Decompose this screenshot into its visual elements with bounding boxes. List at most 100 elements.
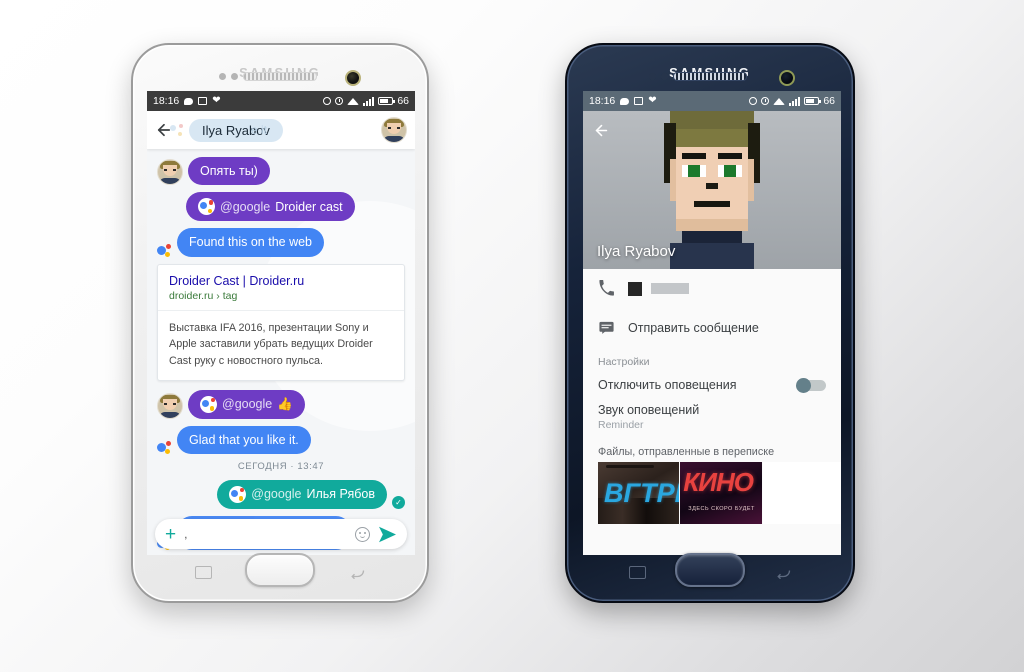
- message-text: 👍: [277, 397, 293, 412]
- profile-name: Ilya Ryabov: [597, 243, 676, 260]
- alarm-icon: [761, 97, 770, 105]
- back-key[interactable]: [350, 568, 365, 579]
- files-section-header: Файлы, отправленные в переписке: [598, 446, 775, 458]
- recents-key[interactable]: [629, 566, 646, 579]
- light-sensor: [231, 73, 238, 80]
- message-bubble[interactable]: @google Droider cast: [186, 192, 355, 222]
- back-key[interactable]: [776, 568, 791, 579]
- shared-files-list[interactable]: ВГТРК КИНО ЗДЕСЬ СКОРО БУДЕТ: [583, 462, 841, 524]
- chat-message-list[interactable]: Опять ты) @google Droider cast Found thi…: [147, 149, 415, 555]
- web-result-card[interactable]: Droider Cast | Droider.ru droider.ru › t…: [157, 263, 405, 381]
- battery-icon: [804, 97, 822, 105]
- file-thumbnail[interactable]: КИНО ЗДЕСЬ СКОРО БУДЕТ: [680, 462, 762, 524]
- file-thumbnail-empty: [762, 462, 841, 524]
- message-icon: [598, 319, 615, 336]
- message-bubble[interactable]: Found this on the web: [177, 228, 324, 257]
- mute-toggle[interactable]: [796, 377, 826, 393]
- mention-text: @google: [222, 397, 273, 412]
- proximity-sensor: [219, 73, 226, 80]
- message-text: Опять ты): [200, 164, 258, 178]
- mute-label: Отключить оповещения: [598, 378, 737, 392]
- message-composer[interactable]: + ,: [155, 519, 407, 549]
- emoji-icon[interactable]: [355, 526, 370, 542]
- message-bubble[interactable]: Glad that you like it.: [177, 425, 311, 454]
- status-bar: 18:16 ❤ 66: [147, 91, 415, 111]
- message-input[interactable]: ,: [184, 527, 347, 541]
- recents-key[interactable]: [195, 566, 212, 579]
- status-bar-right: 66: [323, 95, 409, 107]
- mention-text: @google: [220, 199, 271, 214]
- sound-value: Reminder: [598, 419, 644, 431]
- sound-label: Звук оповещений: [598, 403, 700, 417]
- phone-icon: [598, 280, 615, 297]
- wallpaper: SAMSUNG 18:16 ❤ 66: [0, 0, 1024, 672]
- thumbnail-subcaption: ЗДЕСЬ СКОРО БУДЕТ: [688, 506, 755, 512]
- message-row: @google Илья Рябов ✓: [157, 479, 405, 509]
- ring-icon: [323, 97, 332, 105]
- web-card-header: Droider Cast | Droider.ru droider.ru › t…: [158, 265, 404, 310]
- web-card-url: droider.ru › tag: [169, 289, 238, 302]
- signal-icon: [789, 96, 801, 106]
- image-icon: [198, 97, 208, 105]
- contact-name-pill[interactable]: Ilya Ryabov e it: [189, 118, 283, 142]
- heart-icon: ❤: [212, 95, 221, 106]
- message-text: Droider cast: [275, 199, 343, 214]
- file-thumbnail[interactable]: ВГТРК: [598, 462, 680, 524]
- mute-row[interactable]: Отключить оповещения: [583, 371, 841, 401]
- message-row: Found this on the web: [157, 228, 405, 257]
- battery-percent: 66: [823, 95, 835, 107]
- phone-number-redacted: [628, 281, 689, 296]
- web-card-title[interactable]: Droider Cast | Droider.ru: [169, 274, 393, 288]
- assistant-chip-icon: [200, 395, 217, 413]
- front-camera: [345, 70, 361, 86]
- send-message-row[interactable]: Отправить сообщение: [583, 308, 841, 347]
- day-separator: СЕГОДНЯ · 13:47: [237, 460, 325, 472]
- message-bubble[interactable]: @google Илья Рябов: [217, 479, 387, 509]
- message-icon: [620, 97, 630, 105]
- status-time: 18:16: [153, 95, 180, 107]
- message-text: Илья Рябов: [306, 487, 375, 502]
- dark-phone-screen: 18:16 ❤ 66 Ilya Ryabov Отправить сообщен…: [583, 91, 841, 555]
- white-phone: SAMSUNG 18:16 ❤ 66: [131, 43, 429, 603]
- wifi-icon: [773, 97, 786, 105]
- image-icon: [634, 97, 644, 105]
- message-text: Found this on the web: [189, 235, 312, 250]
- plus-icon[interactable]: +: [165, 525, 176, 544]
- sound-row[interactable]: Звук оповещений Reminder: [583, 401, 841, 440]
- assistant-chip-icon: [229, 485, 247, 503]
- send-message-label: Отправить сообщение: [628, 320, 759, 335]
- message-bubble[interactable]: @google 👍: [188, 389, 305, 419]
- signal-icon: [363, 96, 375, 106]
- avatar: [157, 159, 183, 186]
- proximity-sensor: [649, 73, 656, 80]
- message-row: @google 👍: [157, 389, 405, 419]
- battery-percent: 66: [397, 95, 409, 107]
- message-text: Glad that you like it.: [189, 432, 299, 447]
- back-arrow-icon[interactable]: [593, 122, 610, 139]
- ghost-text: e it: [251, 122, 268, 137]
- home-button[interactable]: [675, 553, 745, 587]
- status-bar-left: 18:16 ❤: [153, 95, 221, 107]
- earpiece-speaker: [243, 72, 317, 81]
- dark-phone: SAMSUNG 18:16 ❤ 66: [565, 43, 855, 603]
- assistant-dots-icon: [157, 243, 172, 257]
- message-bubble[interactable]: Опять ты): [188, 157, 270, 186]
- home-button[interactable]: [245, 553, 315, 587]
- profile-cover: Ilya Ryabov: [583, 111, 841, 269]
- mention-text: @google: [251, 487, 302, 502]
- message-row: @google Droider cast: [157, 192, 405, 222]
- thumbnail-caption: КИНО: [683, 467, 754, 497]
- avatar[interactable]: [381, 117, 407, 143]
- phone-row[interactable]: [583, 269, 841, 308]
- battery-icon: [378, 97, 396, 105]
- thumbnail-caption: ВГТРК: [604, 478, 679, 508]
- message-row: Опять ты): [157, 157, 405, 186]
- settings-section-header: Настройки: [598, 356, 650, 368]
- light-sensor: [661, 73, 668, 80]
- assistant-chip-icon: [198, 198, 215, 216]
- status-time: 18:16: [589, 95, 616, 107]
- send-icon[interactable]: [378, 526, 397, 543]
- alarm-icon: [335, 97, 344, 105]
- message-row: Glad that you like it.: [157, 425, 405, 454]
- wifi-icon: [347, 97, 360, 105]
